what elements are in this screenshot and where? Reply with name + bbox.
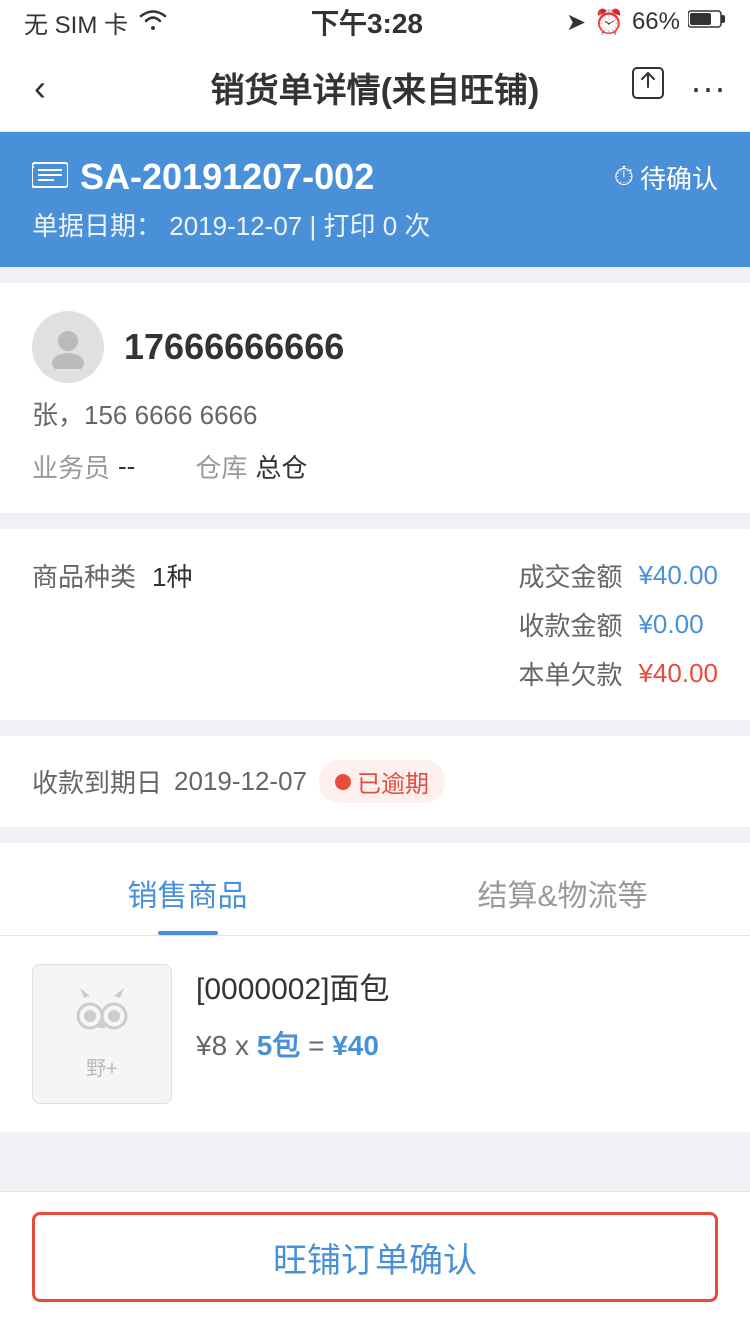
- owed-label: 本单欠款: [518, 655, 622, 692]
- owed-value: ¥40.00: [638, 658, 718, 689]
- location-icon: ➤: [566, 8, 586, 37]
- back-button[interactable]: ‹: [24, 57, 56, 119]
- order-date-row: 单据日期： 2019-12-07 | 打印 0 次: [32, 206, 718, 243]
- owed-item: 本单欠款 ¥40.00: [518, 655, 718, 692]
- overdue-text: 已逾期: [357, 764, 429, 799]
- battery-icon: [688, 8, 726, 36]
- no-sim-text: 无 SIM 卡: [24, 5, 128, 40]
- status-left: 无 SIM 卡: [24, 5, 168, 40]
- status-text: 待确认: [640, 159, 718, 196]
- alarm-icon: ⏰: [594, 8, 624, 37]
- product-image-placeholder: 野+: [62, 988, 142, 1081]
- print-label: | 打印: [309, 211, 382, 241]
- page-title: 销货单详情(来自旺铺): [211, 63, 540, 112]
- overdue-dot-icon: [335, 774, 351, 790]
- customer-meta: 业务员 -- 仓库 总仓: [32, 448, 718, 485]
- share-button[interactable]: [630, 65, 666, 110]
- tabs-row: 销售商品 结算&物流等: [0, 843, 750, 936]
- equals-symbol: =: [308, 1030, 332, 1061]
- summary-left: 商品种类 1种: [32, 557, 192, 692]
- header-top-row: SA-20191207-002 ⏱ 待确认: [32, 156, 718, 198]
- battery-text: 66%: [632, 8, 680, 36]
- customer-name: 张，156 6666 6666: [32, 395, 718, 432]
- tabs-section: 销售商品 结算&物流等: [0, 843, 750, 936]
- print-unit: 次: [404, 211, 430, 241]
- collected-label: 收款金额: [518, 606, 622, 643]
- product-type-item: 商品种类 1种: [32, 557, 192, 594]
- multiply-symbol: x: [235, 1030, 257, 1061]
- more-button[interactable]: ···: [690, 67, 726, 109]
- transaction-item: 成交金额 ¥40.00: [518, 557, 718, 594]
- product-type-label: 商品种类: [32, 557, 136, 594]
- product-image: 野+: [32, 964, 172, 1104]
- due-date-value: 2019-12-07: [174, 766, 307, 797]
- order-id-icon: [32, 156, 68, 198]
- product-quantity: 5包: [257, 1030, 301, 1061]
- print-count: 0: [383, 211, 397, 241]
- tab-settlement-logistics[interactable]: 结算&物流等: [375, 843, 750, 935]
- product-info: [0000002]面包 ¥8 x 5包 = ¥40: [196, 964, 718, 1064]
- order-id-text: SA-20191207-002: [80, 156, 374, 198]
- collected-value: ¥0.00: [638, 609, 703, 640]
- product-unit-price: ¥8: [196, 1030, 227, 1061]
- transaction-label: 成交金额: [518, 557, 622, 594]
- bottom-section: 旺铺订单确认: [0, 1191, 750, 1334]
- confirm-order-button[interactable]: 旺铺订单确认: [32, 1212, 718, 1302]
- product-total: ¥40: [332, 1030, 379, 1061]
- due-date-label: 收款到期日: [32, 763, 162, 800]
- nav-actions: ···: [630, 65, 726, 110]
- summary-right: 成交金额 ¥40.00 收款金额 ¥0.00 本单欠款 ¥40.00: [518, 557, 718, 692]
- product-price: ¥8 x 5包 = ¥40: [196, 1024, 718, 1064]
- product-section: 野+ [0000002]面包 ¥8 x 5包 = ¥40: [0, 936, 750, 1132]
- status-right: ➤ ⏰ 66%: [566, 8, 726, 37]
- due-date-section: 收款到期日 2019-12-07 已逾期: [0, 736, 750, 827]
- order-status: ⏱ 待确认: [614, 159, 718, 196]
- avatar: [32, 311, 104, 383]
- customer-section: 17666666666 张，156 6666 6666 业务员 -- 仓库 总仓: [0, 283, 750, 513]
- date-label: 单据日期：: [32, 211, 162, 241]
- status-bar: 无 SIM 卡 下午3:28 ➤ ⏰ 66%: [0, 0, 750, 44]
- header-card: SA-20191207-002 ⏱ 待确认 单据日期： 2019-12-07 |…: [0, 132, 750, 267]
- status-time: 下午3:28: [311, 2, 423, 42]
- order-id: SA-20191207-002: [32, 156, 374, 198]
- customer-phone: 17666666666: [124, 326, 344, 368]
- tab-sales-products[interactable]: 销售商品: [0, 843, 375, 935]
- status-clock-icon: ⏱: [614, 161, 634, 193]
- customer-top-row: 17666666666: [32, 311, 718, 383]
- product-type-value: 1种: [152, 557, 192, 594]
- nav-bar: ‹ 销货单详情(来自旺铺) ···: [0, 44, 750, 132]
- summary-section: 商品种类 1种 成交金额 ¥40.00 收款金额 ¥0.00 本单欠款 ¥40.…: [0, 529, 750, 720]
- overdue-badge: 已逾期: [319, 760, 445, 803]
- date-value: 2019-12-07: [169, 211, 302, 241]
- warehouse-label: 仓库: [195, 448, 247, 485]
- warehouse-value: 总仓: [255, 448, 307, 485]
- staff-value: --: [118, 451, 135, 482]
- wifi-icon: [138, 8, 168, 37]
- transaction-value: ¥40.00: [638, 560, 718, 591]
- staff-item: 业务员 --: [32, 448, 135, 485]
- warehouse-item: 仓库 总仓: [195, 448, 307, 485]
- collected-item: 收款金额 ¥0.00: [518, 606, 718, 643]
- staff-label: 业务员: [32, 448, 110, 485]
- product-name: [0000002]面包: [196, 964, 718, 1008]
